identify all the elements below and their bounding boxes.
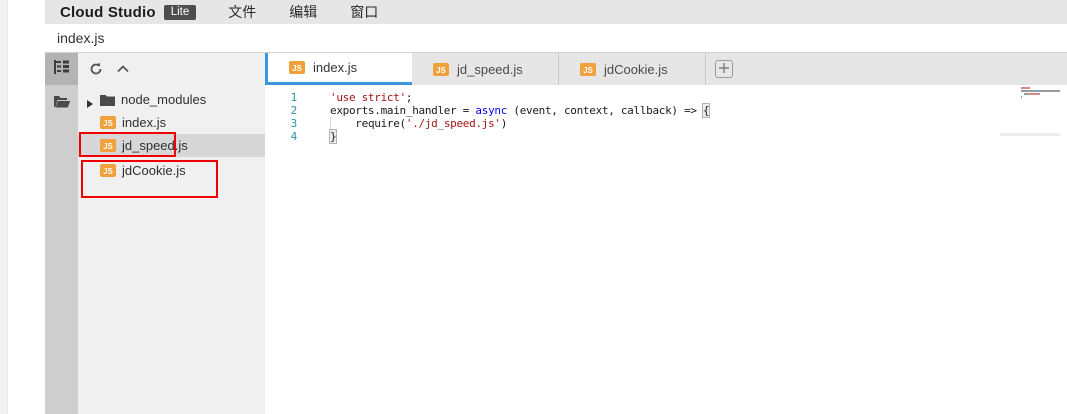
token-bracket-match: {	[703, 104, 709, 117]
editor-tab-jdCookie.js[interactable]: JS jdCookie.js	[559, 53, 706, 85]
tree-item-label: jd_speed.js	[122, 138, 188, 153]
js-file-icon: JS	[100, 139, 116, 152]
menu-bar: Cloud Studio Lite 文件 编辑 窗口	[45, 0, 1067, 24]
minimap-slider-edge	[1000, 133, 1060, 136]
token-indent	[330, 117, 355, 130]
token-keyword: async	[475, 104, 507, 117]
minimap[interactable]	[1021, 87, 1067, 103]
explorer-view-button[interactable]	[45, 53, 78, 85]
tree-item-label: node_modules	[121, 92, 206, 107]
minimap-segment	[1021, 90, 1036, 92]
code-line-1: 1'use strict';	[265, 91, 1067, 104]
line-content: exports.main_handler = async (event, con…	[297, 104, 709, 117]
tab-label: jd_speed.js	[457, 62, 523, 77]
open-folder-icon	[53, 95, 71, 114]
minimap-segment	[1021, 96, 1022, 98]
activity-bar	[45, 53, 78, 414]
minimap-line	[1021, 93, 1067, 95]
new-tab-button[interactable]	[715, 60, 733, 78]
tab-bar: JS index.js JS jd_speed.js JS jdCookie.js	[265, 53, 1067, 85]
tree-outline-icon	[53, 59, 70, 80]
line-number: 3	[265, 117, 297, 130]
file-explorer-panel: node_modules JS index.js JS jd_speed.js JS jdC…	[78, 53, 265, 414]
tree-item-jdCookie.js[interactable]: JS jdCookie.js	[78, 159, 265, 182]
line-number: 1	[265, 91, 297, 104]
app-frame: Cloud Studio Lite 文件 编辑 窗口 index.js	[45, 0, 1067, 414]
collapsed-arrow-icon	[86, 96, 94, 104]
page-left-scrollbar[interactable]	[0, 0, 8, 414]
token-string: 'use strict'	[330, 91, 406, 104]
line-number: 2	[265, 104, 297, 117]
cloud-studio-window: Cloud Studio Lite 文件 编辑 窗口 index.js	[0, 0, 1067, 414]
menu-item-2[interactable]: 窗口	[350, 2, 378, 22]
token-plain: require(	[355, 117, 406, 130]
window-title: index.js	[57, 30, 104, 46]
app-logo: Cloud Studio	[60, 4, 156, 21]
token-plain: exports.main_handler =	[330, 104, 475, 117]
tab-label: jdCookie.js	[604, 62, 668, 77]
minimap-line	[1021, 87, 1067, 89]
line-content: 'use strict';	[297, 91, 412, 104]
lite-badge: Lite	[164, 5, 197, 20]
line-content: }	[297, 130, 336, 143]
tab-label: index.js	[313, 60, 357, 75]
js-file-icon: JS	[289, 61, 305, 74]
js-file-icon: JS	[433, 63, 449, 76]
minimap-segment	[1021, 87, 1029, 89]
tree-item-node_modules[interactable]: node_modules	[78, 88, 265, 111]
editor-tab-index.js[interactable]: JS index.js	[268, 53, 412, 85]
minimap-line	[1021, 90, 1067, 92]
explorer-toolbar	[78, 53, 265, 85]
js-file-icon: JS	[580, 63, 596, 76]
tree-item-label: index.js	[122, 115, 166, 130]
file-tree: node_modules JS index.js JS jd_speed.js JS jdC…	[78, 85, 265, 182]
token-plain: )	[501, 117, 507, 130]
code-lines: 1'use strict';2exports.main_handler = as…	[265, 91, 1067, 143]
menu-item-0[interactable]: 文件	[228, 2, 256, 22]
window-title-bar: index.js	[45, 24, 1067, 53]
folder-icon	[100, 94, 115, 106]
menu-item-1[interactable]: 编辑	[289, 2, 317, 22]
minimap-segment	[1029, 93, 1039, 95]
tree-item-jd_speed.js[interactable]: JS jd_speed.js	[78, 134, 265, 157]
open-folder-button[interactable]	[45, 91, 78, 117]
token-plain: ;	[406, 91, 412, 104]
tree-item-label: jdCookie.js	[122, 163, 186, 178]
refresh-icon[interactable]	[88, 62, 103, 77]
minimap-line	[1021, 96, 1067, 98]
code-line-2: 2exports.main_handler = async (event, co…	[265, 104, 1067, 117]
tree-item-index.js[interactable]: JS index.js	[78, 111, 265, 134]
code-editor[interactable]: 1'use strict';2exports.main_handler = as…	[265, 85, 1067, 414]
main-area: node_modules JS index.js JS jd_speed.js JS jdC…	[45, 53, 1067, 414]
minimap-segment	[1039, 90, 1059, 92]
token-plain: (event, context, callback) =>	[507, 104, 703, 117]
editor-group: JSindex.jsJSjd_speed.jsJSjdCookie.js 1'u…	[265, 53, 1067, 414]
minimap-segment	[1059, 90, 1060, 92]
tab-list: JS index.js JS jd_speed.js JS jdCookie.js	[265, 53, 706, 85]
line-content: require('./jd_speed.js')	[297, 117, 507, 130]
code-line-4: 4}	[265, 130, 1067, 143]
collapse-all-icon[interactable]	[115, 62, 130, 77]
editor-focus-indicator	[265, 53, 268, 85]
menu-list: 文件 编辑 窗口	[228, 2, 378, 22]
js-file-icon: JS	[100, 164, 116, 177]
token-bracket-match: }	[330, 130, 336, 143]
minimap-segment	[1039, 93, 1040, 95]
code-line-3: 3 require('./jd_speed.js')	[265, 117, 1067, 130]
editor-tab-jd_speed.js[interactable]: JS jd_speed.js	[412, 53, 559, 85]
plus-icon	[719, 60, 729, 78]
js-file-icon: JS	[100, 116, 116, 129]
token-string: './jd_speed.js'	[406, 117, 501, 130]
line-number: 4	[265, 130, 297, 143]
minimap-segment	[1029, 87, 1030, 89]
